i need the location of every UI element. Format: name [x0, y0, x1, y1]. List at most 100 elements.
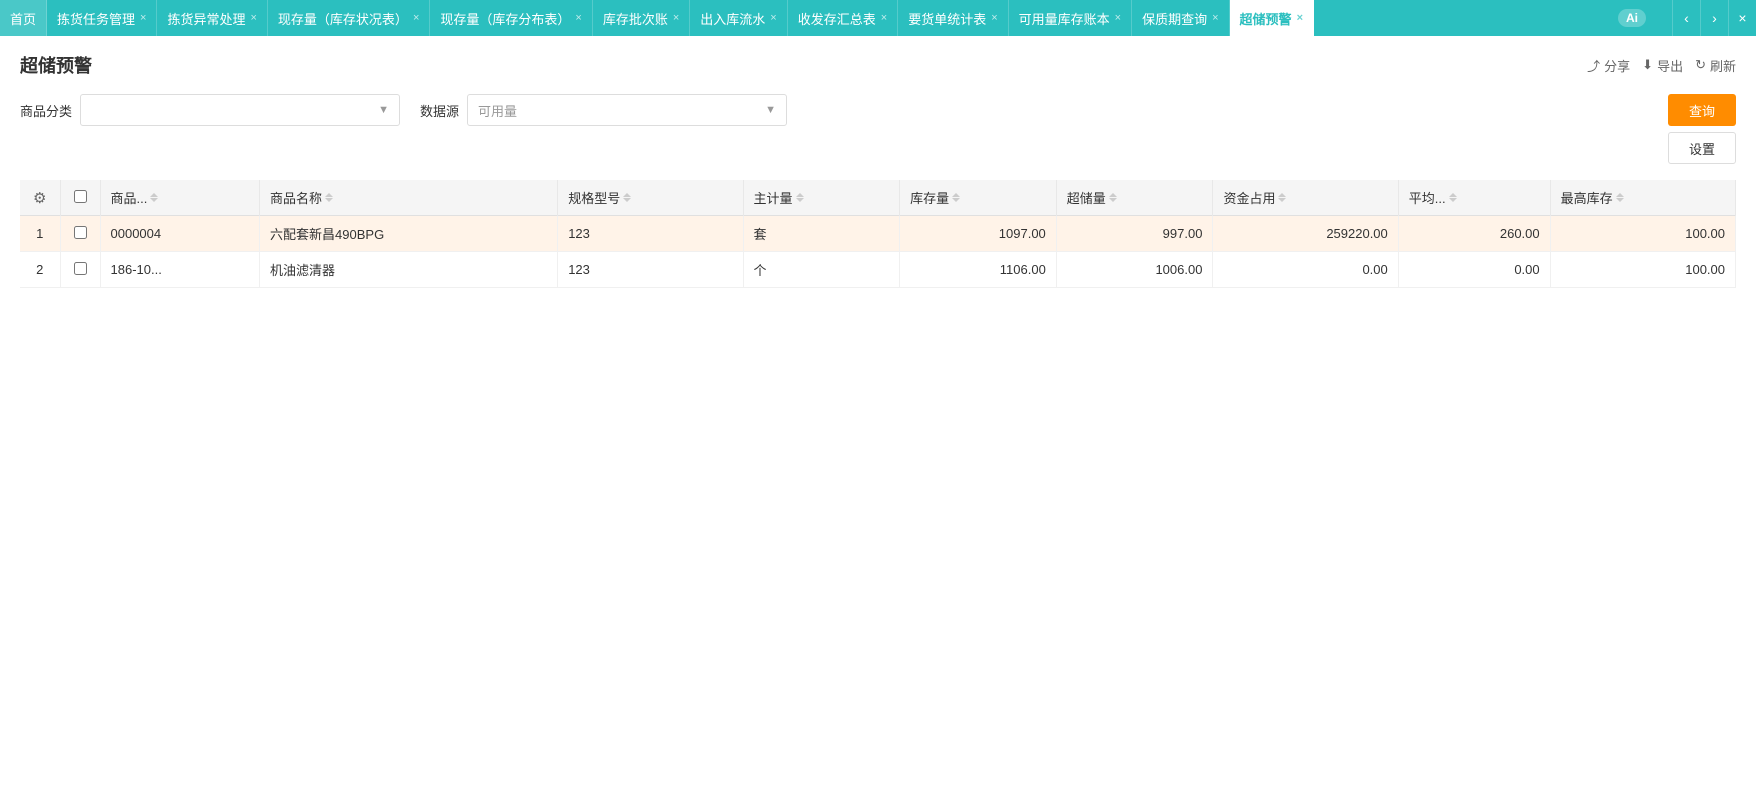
- sort-icon-max-stock: [1616, 193, 1624, 202]
- col-stock-label: 库存量: [910, 188, 949, 207]
- sort-unit[interactable]: 主计量: [754, 188, 804, 207]
- nav-tab-9[interactable]: 可用量库存账本 ×: [1009, 0, 1132, 36]
- cell-product-name-0: 六配套新昌490BPG: [260, 216, 558, 252]
- col-unit[interactable]: 主计量: [743, 180, 900, 216]
- sort-spec[interactable]: 规格型号: [568, 188, 631, 207]
- nav-tab-close-3[interactable]: ×: [413, 12, 419, 24]
- sort-product-name[interactable]: 商品名称: [270, 188, 333, 207]
- nav-next-button[interactable]: ›: [1700, 0, 1728, 36]
- query-button[interactable]: 查询: [1668, 94, 1736, 126]
- sort-icon-overstock: [1109, 193, 1117, 202]
- nav-tab-8[interactable]: 要货单统计表 ×: [898, 0, 1008, 36]
- nav-tab-3[interactable]: 现存量（库存状况表） ×: [268, 0, 430, 36]
- refresh-icon: ↻: [1695, 57, 1706, 73]
- col-avg-label: 平均...: [1409, 188, 1446, 207]
- nav-tab-close-11[interactable]: ×: [1297, 12, 1303, 24]
- nav-tab-label-1: 拣货任务管理: [57, 9, 135, 28]
- ai-badge: Ai: [1618, 9, 1646, 27]
- table-header-row: ⚙ 商品... 商品名称: [20, 180, 1736, 216]
- cell-overstock-0: 997.00: [1056, 216, 1213, 252]
- page-container: 超储预警 ⤴ 分享 ⬇ 导出 ↻ 刷新 商品分类 ▼ 数据源: [0, 36, 1756, 304]
- table-wrapper: ⚙ 商品... 商品名称: [20, 180, 1736, 288]
- nav-tab-label-5: 库存批次账: [603, 9, 668, 28]
- col-checkbox: [60, 180, 100, 216]
- nav-tab-label-4: 现存量（库存分布表）: [440, 9, 570, 28]
- nav-tab-label-2: 拣货异常处理: [167, 9, 245, 28]
- nav-tab-0[interactable]: 首页: [0, 0, 47, 36]
- sort-product-code[interactable]: 商品...: [111, 188, 159, 207]
- nav-tab-close-4[interactable]: ×: [575, 12, 581, 24]
- gear-icon[interactable]: ⚙: [33, 190, 46, 207]
- nav-tab-label-9: 可用量库存账本: [1019, 9, 1110, 28]
- sort-stock[interactable]: 库存量: [910, 188, 960, 207]
- nav-tab-close-2[interactable]: ×: [250, 12, 256, 24]
- nav-tab-2[interactable]: 拣货异常处理 ×: [157, 0, 267, 36]
- sort-capital[interactable]: 资金占用: [1223, 188, 1286, 207]
- row-checkbox-1[interactable]: [74, 262, 87, 275]
- nav-tab-close-9[interactable]: ×: [1115, 12, 1121, 24]
- nav-tab-label-3: 现存量（库存状况表）: [278, 9, 408, 28]
- sort-icon-capital: [1278, 193, 1286, 202]
- nav-tab-close-7[interactable]: ×: [881, 12, 887, 24]
- cell-product-code-1: 186-10...: [100, 252, 260, 288]
- nav-tab-6[interactable]: 出入库流水 ×: [690, 0, 787, 36]
- top-navigation: 首页拣货任务管理 ×拣货异常处理 ×现存量（库存状况表） ×现存量（库存分布表）…: [0, 0, 1756, 36]
- export-button[interactable]: ⬇ 导出: [1642, 56, 1683, 75]
- cell-avg-1: 0.00: [1398, 252, 1550, 288]
- nav-tab-7[interactable]: 收发存汇总表 ×: [788, 0, 898, 36]
- export-label: 导出: [1657, 56, 1683, 75]
- cell-avg-0: 260.00: [1398, 216, 1550, 252]
- datasource-select[interactable]: 可用量 ▼: [467, 94, 787, 126]
- col-avg[interactable]: 平均...: [1398, 180, 1550, 216]
- nav-tab-label-8: 要货单统计表: [908, 9, 986, 28]
- sort-icon-avg: [1449, 193, 1457, 202]
- datasource-filter: 数据源 可用量 ▼: [420, 94, 787, 126]
- category-select[interactable]: ▼: [80, 94, 400, 126]
- row-checkbox-0[interactable]: [74, 226, 87, 239]
- col-product-name[interactable]: 商品名称: [260, 180, 558, 216]
- col-capital[interactable]: 资金占用: [1213, 180, 1398, 216]
- sort-max-stock[interactable]: 最高库存: [1561, 188, 1624, 207]
- refresh-button[interactable]: ↻ 刷新: [1695, 56, 1736, 75]
- col-spec[interactable]: 规格型号: [558, 180, 743, 216]
- sort-overstock[interactable]: 超储量: [1067, 188, 1117, 207]
- col-unit-label: 主计量: [754, 188, 793, 207]
- settings-button[interactable]: 设置: [1668, 132, 1736, 164]
- col-product-code[interactable]: 商品...: [100, 180, 260, 216]
- col-stock[interactable]: 库存量: [900, 180, 1057, 216]
- datasource-value: 可用量: [478, 101, 517, 120]
- cell-unit-1: 个: [743, 252, 900, 288]
- nav-tab-close-1[interactable]: ×: [140, 12, 146, 24]
- col-max-stock[interactable]: 最高库存: [1550, 180, 1735, 216]
- sort-icon-product-code: [150, 193, 158, 202]
- cell-checkbox-1[interactable]: [60, 252, 100, 288]
- nav-tab-close-6[interactable]: ×: [770, 12, 776, 24]
- nav-tab-close-8[interactable]: ×: [991, 12, 997, 24]
- nav-prev-button[interactable]: ‹: [1672, 0, 1700, 36]
- col-overstock[interactable]: 超储量: [1056, 180, 1213, 216]
- sort-icon-stock: [952, 193, 960, 202]
- select-all-checkbox[interactable]: [74, 190, 87, 203]
- nav-tab-10[interactable]: 保质期查询 ×: [1132, 0, 1229, 36]
- cell-checkbox-0[interactable]: [60, 216, 100, 252]
- nav-tab-close-5[interactable]: ×: [673, 12, 679, 24]
- nav-tab-5[interactable]: 库存批次账 ×: [593, 0, 690, 36]
- sort-icon-product-name: [325, 193, 333, 202]
- nav-tab-close-10[interactable]: ×: [1212, 12, 1218, 24]
- nav-tab-1[interactable]: 拣货任务管理 ×: [47, 0, 157, 36]
- cell-overstock-1: 1006.00: [1056, 252, 1213, 288]
- cell-capital-1: 0.00: [1213, 252, 1398, 288]
- nav-tab-11[interactable]: 超储预警 ×: [1230, 0, 1314, 36]
- col-settings: ⚙: [20, 180, 60, 216]
- cell-capital-0: 259220.00: [1213, 216, 1398, 252]
- cell-product-code-0: 0000004: [100, 216, 260, 252]
- sort-icon-unit: [796, 193, 804, 202]
- sort-avg[interactable]: 平均...: [1409, 188, 1457, 207]
- sort-icon-spec: [623, 193, 631, 202]
- cell-product-name-1: 机油滤清器: [260, 252, 558, 288]
- cell-spec-1: 123: [558, 252, 743, 288]
- refresh-label: 刷新: [1710, 56, 1736, 75]
- nav-close-button[interactable]: ×: [1728, 0, 1756, 36]
- nav-tab-4[interactable]: 现存量（库存分布表） ×: [430, 0, 592, 36]
- share-button[interactable]: ⤴ 分享: [1587, 56, 1630, 75]
